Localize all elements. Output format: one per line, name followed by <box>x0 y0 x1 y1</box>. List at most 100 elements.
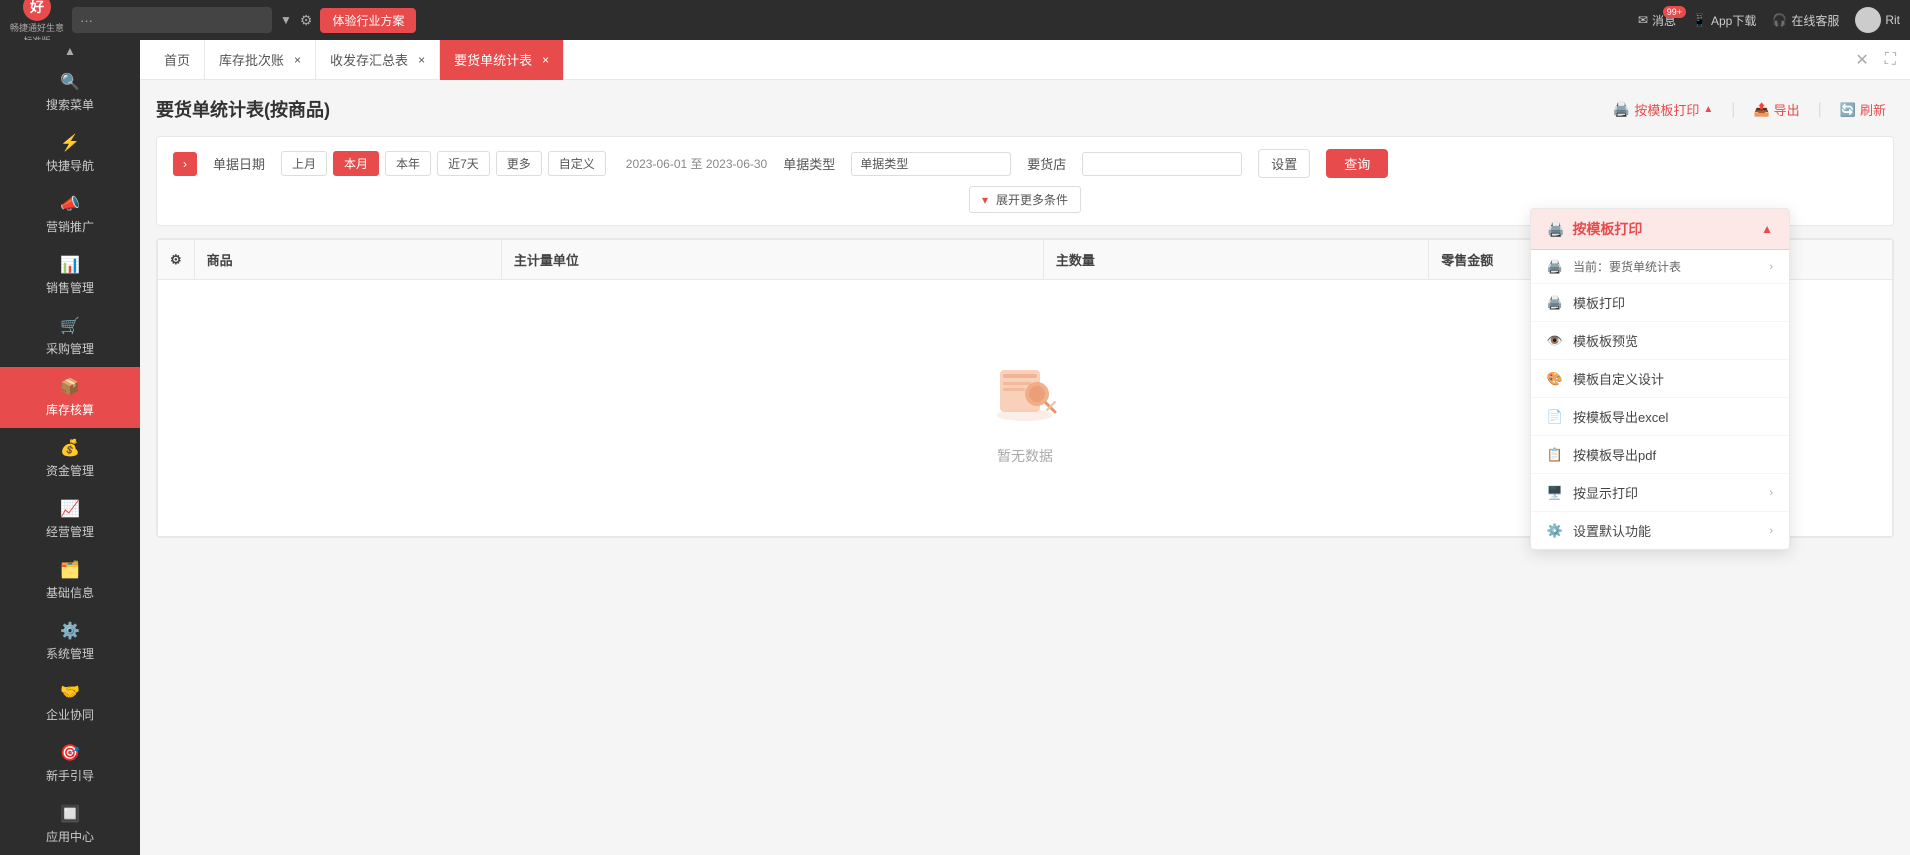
refresh-btn[interactable]: 🔄 刷新 <box>1832 96 1894 123</box>
sidebar-item-guide[interactable]: 🎯 新手引导 <box>0 733 140 794</box>
print-header-icon: 🖨️ <box>1547 221 1564 238</box>
print-preview-item[interactable]: 👁️ 模板板预览 <box>1531 322 1789 360</box>
col-unit: 主计量单位 <box>501 240 1043 280</box>
sidebar-label-sales: 销售管理 <box>46 279 94 296</box>
tab-goods-stats-close[interactable]: × <box>542 53 549 67</box>
goods-label: 要货店 <box>1027 154 1066 173</box>
tab-receivable-close[interactable]: × <box>418 53 425 67</box>
sidebar-item-purchase[interactable]: 🛒 采购管理 <box>0 306 140 367</box>
refresh-icon: 🔄 <box>1840 102 1856 118</box>
template-print-label: 模板打印 <box>1573 293 1625 312</box>
settings-btn[interactable]: 设置 <box>1258 149 1310 178</box>
tab-goods-stats[interactable]: 要货单统计表 × <box>440 40 564 80</box>
print-excel-item[interactable]: 📄 按模板导出excel <box>1531 398 1789 436</box>
expand-btn[interactable]: ▾ 展开更多条件 <box>969 186 1081 213</box>
display-print-icon: 🖥️ <box>1547 485 1563 501</box>
search-dropdown-btn[interactable]: ▼ <box>280 13 292 27</box>
tab-goods-stats-label: 要货单统计表 <box>454 50 532 69</box>
print-dropdown-header[interactable]: 🖨️ 按模板打印 ▲ <box>1531 209 1789 250</box>
sidebar-item-finance[interactable]: 💰 资金管理 <box>0 428 140 489</box>
date-btn-curr[interactable]: 本月 <box>333 151 379 176</box>
print-dropdown-menu: 🖨️ 按模板打印 ▲ 🖨️ 当前：要货单统计表 › 🖨️ 模板打印 👁️ <box>1530 208 1790 550</box>
empty-icon <box>985 350 1065 430</box>
date-btn-7days[interactable]: 近7天 <box>437 151 490 176</box>
sidebar-item-enterprise[interactable]: 🤝 企业协同 <box>0 672 140 733</box>
col-settings: ⚙ <box>158 240 195 280</box>
tab-batch-accounts-label: 库存批次账 <box>219 50 284 69</box>
print-design-item[interactable]: 🎨 模板自定义设计 <box>1531 360 1789 398</box>
sidebar-item-inventory[interactable]: 📦 库存核算 <box>0 367 140 428</box>
sidebar-item-basic[interactable]: 🗂️ 基础信息 <box>0 550 140 611</box>
date-btn-more[interactable]: 更多 <box>496 151 542 176</box>
tab-home[interactable]: 首页 <box>150 40 205 80</box>
sidebar-item-marketing[interactable]: 📣 营销推广 <box>0 184 140 245</box>
online-service-label: 在线客服 <box>1791 12 1839 29</box>
display-print-item[interactable]: 🖥️ 按显示打印 › <box>1531 474 1789 512</box>
print-current-item[interactable]: 🖨️ 当前：要货单统计表 › <box>1531 250 1789 284</box>
app-download-label: App下载 <box>1711 12 1756 29</box>
app-download-btn[interactable]: 📱 App下载 <box>1692 12 1756 29</box>
date-btn-year[interactable]: 本年 <box>385 151 431 176</box>
col-settings-icon[interactable]: ⚙ <box>170 252 182 267</box>
print-template-btn[interactable]: 🖨️ 按模板打印 ▲ <box>1605 96 1721 123</box>
date-btn-prev[interactable]: 上月 <box>281 151 327 176</box>
search-bar: ··· <box>72 7 272 33</box>
sidebar-item-sales[interactable]: 📊 销售管理 <box>0 245 140 306</box>
message-badge: 99+ <box>1663 6 1686 18</box>
sidebar-scroll-up[interactable]: ▲ <box>0 40 140 62</box>
online-service-btn[interactable]: 🎧 在线客服 <box>1772 12 1839 29</box>
download-icon: 📱 <box>1692 13 1707 27</box>
tab-maximize-btn[interactable]: ⛶ <box>1881 47 1900 73</box>
type-label: 单据类型 <box>783 154 835 173</box>
sidebar-label-quick-nav: 快捷导航 <box>46 157 94 174</box>
operations-icon: 📈 <box>60 499 80 519</box>
tab-receivable[interactable]: 收发存汇总表 × <box>316 40 440 80</box>
expand-label: 展开更多条件 <box>996 191 1068 208</box>
app-name: 畅捷通好生意 <box>10 21 64 34</box>
basic-icon: 🗂️ <box>60 560 80 580</box>
system-icon: ⚙️ <box>60 621 80 641</box>
col-goods: 商品 <box>194 240 501 280</box>
empty-text: 暂无数据 <box>997 446 1053 466</box>
query-btn[interactable]: 查询 <box>1326 149 1388 178</box>
sales-icon: 📊 <box>60 255 80 275</box>
tab-close-all-btn[interactable]: ✕ <box>1851 46 1872 74</box>
template-excel-icon: 📄 <box>1547 409 1563 425</box>
type-select-wrap: 单据类型 <box>851 152 1011 176</box>
page-actions: 🖨️ 按模板打印 ▲ | 📤 导出 | 🔄 刷新 <box>1605 96 1894 123</box>
apps-icon: 🔲 <box>60 804 80 824</box>
print-pdf-item[interactable]: 📋 按模板导出pdf <box>1531 436 1789 474</box>
template-print-icon: 🖨️ <box>1547 295 1563 311</box>
sidebar-item-quick-nav[interactable]: ⚡ 快捷导航 <box>0 123 140 184</box>
sidebar-item-operations[interactable]: 📈 经营管理 <box>0 489 140 550</box>
date-btn-custom[interactable]: 自定义 <box>548 151 606 176</box>
sidebar-item-system[interactable]: ⚙️ 系统管理 <box>0 611 140 672</box>
tab-bar: 首页 库存批次账 × 收发存汇总表 × 要货单统计表 × ✕ ⛶ <box>140 40 1910 80</box>
trial-btn[interactable]: 体验行业方案 <box>320 8 416 33</box>
filter-expand-toggle[interactable]: › <box>173 152 197 176</box>
tab-batch-accounts-close[interactable]: × <box>294 53 301 67</box>
actions-divider2: | <box>1818 101 1822 119</box>
expand-icon: ▾ <box>982 193 988 207</box>
print-template-item[interactable]: 🖨️ 模板打印 <box>1531 284 1789 322</box>
sidebar-item-apps[interactable]: 🔲 应用中心 <box>0 794 140 855</box>
refresh-label: 刷新 <box>1860 100 1886 119</box>
sidebar-item-search[interactable]: 🔍 搜索菜单 <box>0 62 140 123</box>
export-btn[interactable]: 📤 导出 <box>1745 96 1807 123</box>
print-current-label: 当前：要货单统计表 <box>1573 258 1681 275</box>
user-avatar[interactable]: Rit <box>1855 7 1900 33</box>
message-icon: ✉ <box>1638 13 1648 27</box>
message-btn[interactable]: ✉ 消息 99+ <box>1638 12 1676 29</box>
goods-select[interactable] <box>1082 152 1242 176</box>
finance-icon: 💰 <box>60 438 80 458</box>
gear-button[interactable]: ⚙ <box>300 12 313 29</box>
type-select[interactable]: 单据类型 <box>851 152 1011 176</box>
headset-icon: 🎧 <box>1772 13 1787 27</box>
export-icon: 📤 <box>1753 102 1769 118</box>
print-header-arrow: ▲ <box>1761 222 1773 236</box>
sidebar-label-inventory: 库存核算 <box>46 401 94 418</box>
tab-batch-accounts[interactable]: 库存批次账 × <box>205 40 316 80</box>
set-default-arrow: › <box>1769 525 1773 537</box>
col-quantity: 主数量 <box>1043 240 1428 280</box>
set-default-item[interactable]: ⚙️ 设置默认功能 › <box>1531 512 1789 549</box>
